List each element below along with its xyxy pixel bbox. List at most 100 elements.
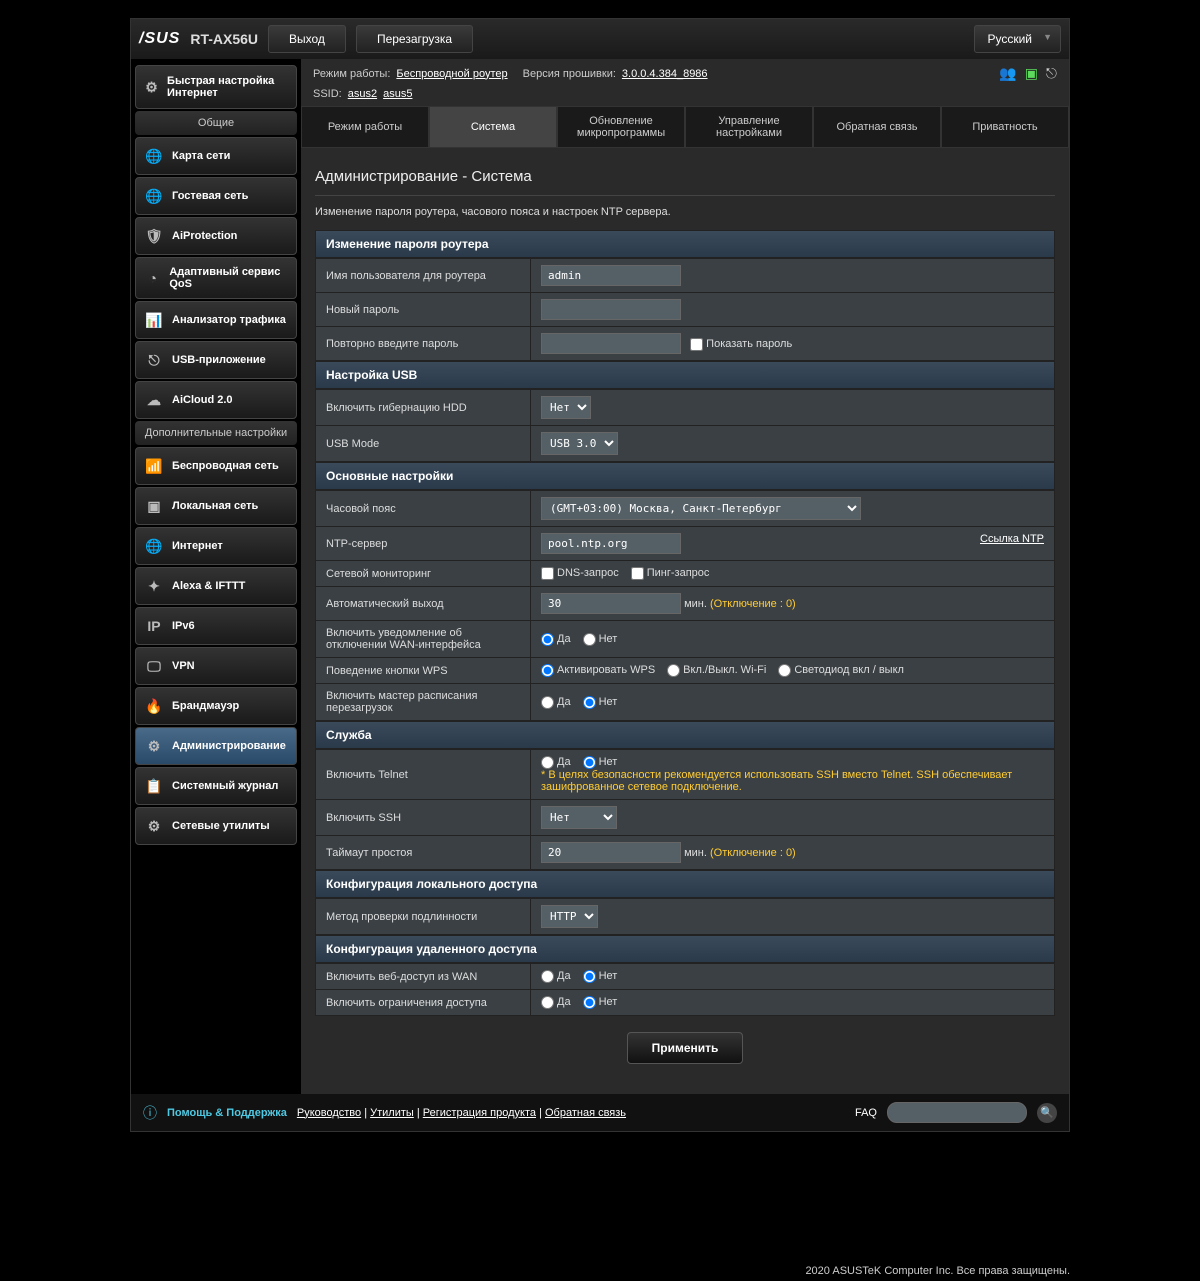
gear-globe-icon: ⚙ xyxy=(144,77,159,97)
qos-button[interactable]: ◔Адаптивный сервис QoS xyxy=(135,257,297,299)
wan-icon[interactable]: ▣ xyxy=(1025,65,1038,82)
netmon-label: Сетевой мониторинг xyxy=(316,561,531,587)
tab-system[interactable]: Система xyxy=(429,106,557,148)
tab-settings-mgmt[interactable]: Управление настройками xyxy=(685,106,813,148)
vpn-button[interactable]: 🖵VPN xyxy=(135,647,297,685)
mode-value[interactable]: Беспроводной роутер xyxy=(396,68,507,80)
ipv6-button[interactable]: IPIPv6 xyxy=(135,607,297,645)
search-icon[interactable]: 🔍 xyxy=(1037,1103,1057,1123)
ssid-label: SSID: xyxy=(313,88,342,100)
faq-input[interactable] xyxy=(887,1102,1027,1123)
fw-value[interactable]: 3.0.0.4.384_8986 xyxy=(622,68,708,80)
ssid-1[interactable]: asus2 xyxy=(348,88,377,100)
utility-link[interactable]: Утилиты xyxy=(370,1107,414,1119)
retype-label: Повторно введите пароль xyxy=(316,327,531,361)
tools-icon: ⚙ xyxy=(144,816,164,836)
alexa-button[interactable]: ✦Alexa & IFTTT xyxy=(135,567,297,605)
telnet-yes[interactable] xyxy=(541,756,554,769)
wps-opt2[interactable] xyxy=(667,664,680,677)
reboot-yes[interactable] xyxy=(541,696,554,709)
internet-icon: 🌐 xyxy=(144,536,164,556)
wps-opt3[interactable] xyxy=(778,664,791,677)
advanced-header: Дополнительные настройки xyxy=(135,421,297,445)
network-map-button[interactable]: 🌐Карта сети xyxy=(135,137,297,175)
help-icon: ⓘ xyxy=(143,1103,157,1123)
ssid-2[interactable]: asus5 xyxy=(383,88,412,100)
wifi2-icon: 📶 xyxy=(144,456,164,476)
local-section-header: Конфигурация локального доступа xyxy=(315,870,1055,898)
ping-checkbox[interactable] xyxy=(631,567,644,580)
wan-notify-no[interactable] xyxy=(583,633,596,646)
logout-button[interactable]: Выход xyxy=(268,25,346,53)
register-link[interactable]: Регистрация продукта xyxy=(423,1107,536,1119)
firewall-button[interactable]: 🔥Брандмауэр xyxy=(135,687,297,725)
quick-setup-button[interactable]: ⚙Быстрая настройка Интернет xyxy=(135,65,297,109)
administration-button[interactable]: ⚙Администрирование xyxy=(135,727,297,765)
tab-feedback[interactable]: Обратная связь xyxy=(813,106,941,148)
gauge-icon: ◔ xyxy=(144,268,161,288)
aiprotection-button[interactable]: 🛡AiProtection xyxy=(135,217,297,255)
manual-link[interactable]: Руководство xyxy=(297,1107,361,1119)
usbmode-select[interactable]: USB 3.0 xyxy=(541,432,618,455)
general-header: Общие xyxy=(135,111,297,135)
usb-section-header: Настройка USB xyxy=(315,361,1055,389)
wan-access-no[interactable] xyxy=(583,970,596,983)
dns-checkbox[interactable] xyxy=(541,567,554,580)
auth-select[interactable]: HTTP xyxy=(541,905,598,928)
language-selector[interactable]: Русский xyxy=(974,25,1061,53)
newpw-input[interactable] xyxy=(541,299,681,320)
lan-button[interactable]: ▣Локальная сеть xyxy=(135,487,297,525)
tz-label: Часовой пояс xyxy=(316,491,531,527)
ntp-link[interactable]: Ссылка NTP xyxy=(980,533,1044,545)
user-input[interactable] xyxy=(541,265,681,286)
brand-logo: /SUS xyxy=(139,30,180,48)
usb-status-icon[interactable]: ⎋ xyxy=(1046,65,1057,82)
idle-input[interactable] xyxy=(541,842,681,863)
client-icon[interactable]: 👥 xyxy=(999,65,1016,82)
wan-access-label: Включить веб-доступ из WAN xyxy=(316,964,531,990)
wan-notify-label: Включить уведомление об отключении WAN-и… xyxy=(316,621,531,658)
wan-access-yes[interactable] xyxy=(541,970,554,983)
aicloud-button[interactable]: ☁AiCloud 2.0 xyxy=(135,381,297,419)
showpw-checkbox[interactable] xyxy=(690,338,703,351)
wps-opt1[interactable] xyxy=(541,664,554,677)
tab-firmware[interactable]: Обновление микропрограммы xyxy=(557,106,685,148)
admin-icon: ⚙ xyxy=(144,736,164,756)
reboot-no[interactable] xyxy=(583,696,596,709)
tabs: Режим работы Система Обновление микропро… xyxy=(301,106,1069,148)
feedback-link[interactable]: Обратная связь xyxy=(545,1107,626,1119)
wan-notify-yes[interactable] xyxy=(541,633,554,646)
auth-label: Метод проверки подлинности xyxy=(316,899,531,935)
newpw-label: Новый пароль xyxy=(316,293,531,327)
ntp-input[interactable] xyxy=(541,533,681,554)
system-log-button[interactable]: 📋Системный журнал xyxy=(135,767,297,805)
hdd-select[interactable]: Нет xyxy=(541,396,591,419)
basic-section-header: Основные настройки xyxy=(315,462,1055,490)
retype-input[interactable] xyxy=(541,333,681,354)
usb-app-button[interactable]: ⎋USB-приложение xyxy=(135,341,297,379)
network-tools-button[interactable]: ⚙Сетевые утилиты xyxy=(135,807,297,845)
tab-privacy[interactable]: Приватность xyxy=(941,106,1069,148)
wifi-icon: 🌐 xyxy=(144,186,164,206)
lan-icon: ▣ xyxy=(144,496,164,516)
telnet-no[interactable] xyxy=(583,756,596,769)
tz-select[interactable]: (GMT+03:00) Москва, Санкт-Петербург xyxy=(541,497,861,520)
telnet-label: Включить Telnet xyxy=(316,750,531,800)
help-link[interactable]: Помощь & Поддержка xyxy=(167,1107,287,1119)
autologout-input[interactable] xyxy=(541,593,681,614)
reboot-button[interactable]: Перезагрузка xyxy=(356,25,473,53)
fire-icon: 🔥 xyxy=(144,696,164,716)
content-area: Режим работы: Беспроводной роутер Версия… xyxy=(301,59,1069,1094)
traffic-analyzer-button[interactable]: 📊Анализатор трафика xyxy=(135,301,297,339)
restrict-no[interactable] xyxy=(583,996,596,1009)
internet-button[interactable]: 🌐Интернет xyxy=(135,527,297,565)
tab-operation-mode[interactable]: Режим работы xyxy=(301,106,429,148)
sidebar: ⚙Быстрая настройка Интернет Общие 🌐Карта… xyxy=(131,59,301,1094)
usbmode-label: USB Mode xyxy=(316,426,531,462)
wireless-button[interactable]: 📶Беспроводная сеть xyxy=(135,447,297,485)
topbar: /SUS RT-AX56U Выход Перезагрузка Русский xyxy=(131,19,1069,59)
apply-button[interactable]: Применить xyxy=(627,1032,744,1064)
ssh-select[interactable]: Нет xyxy=(541,806,617,829)
restrict-yes[interactable] xyxy=(541,996,554,1009)
guest-network-button[interactable]: 🌐Гостевая сеть xyxy=(135,177,297,215)
